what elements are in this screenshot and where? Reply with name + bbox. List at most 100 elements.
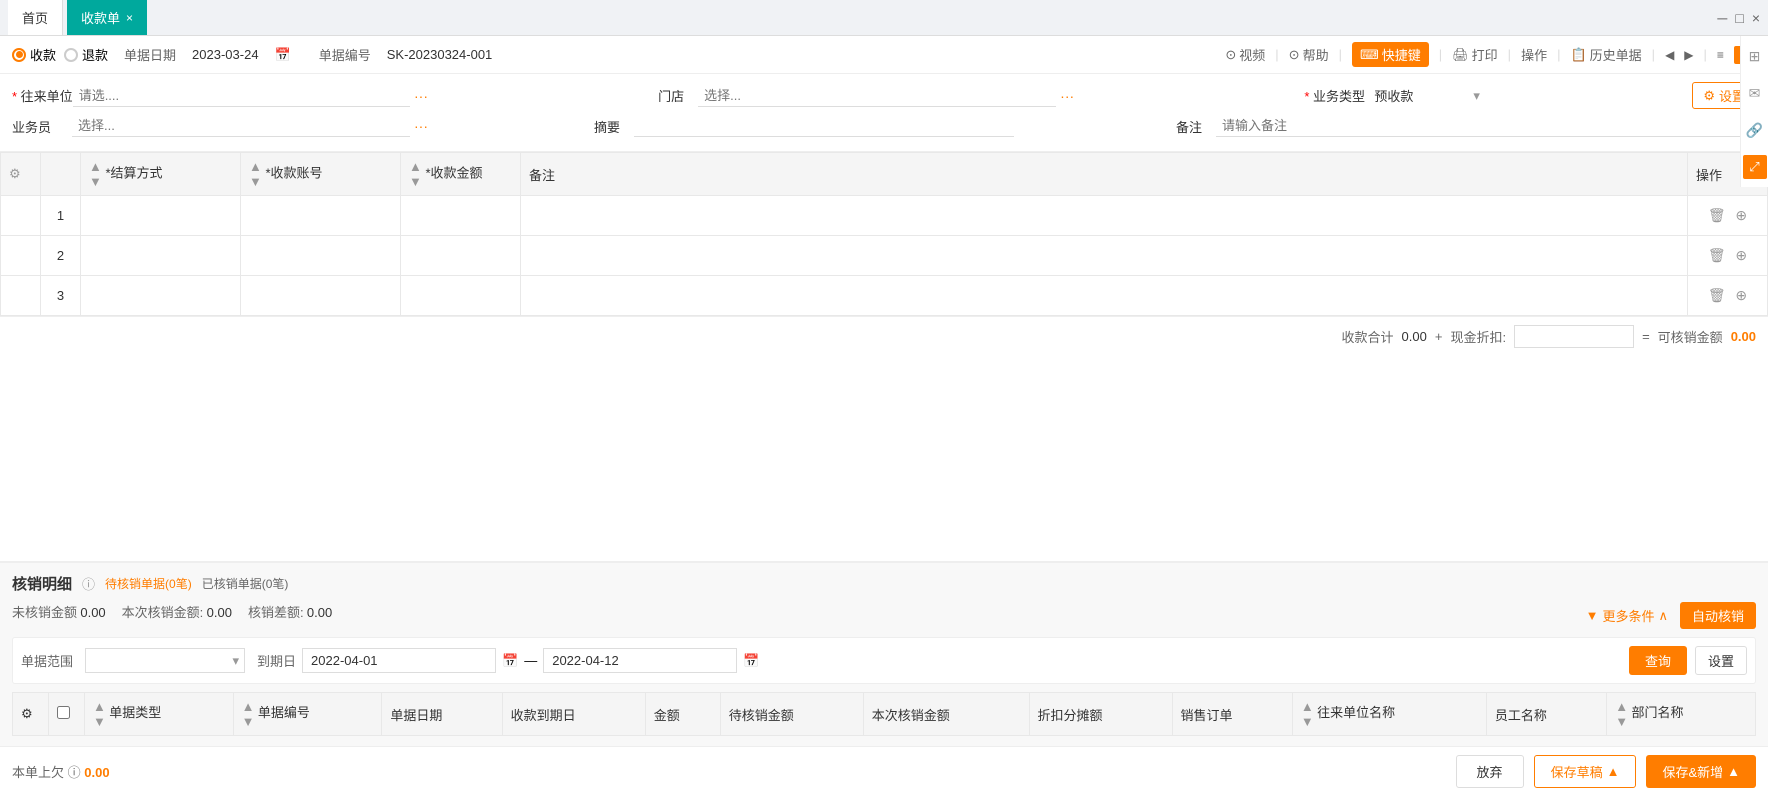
help-btn[interactable]: ⊙ 帮助 [1289, 45, 1329, 64]
verify-info-icon[interactable]: ⓘ [82, 574, 95, 593]
list-view-btn[interactable]: ≡ [1717, 48, 1724, 62]
table-gear-icon2[interactable]: ⚙ [21, 706, 33, 721]
biz-type-label: 业务类型 [1304, 86, 1374, 105]
th-gear: ⚙ [1, 153, 41, 196]
note-input[interactable] [1216, 115, 1756, 137]
close-btn[interactable]: × [1752, 10, 1760, 26]
th-remark: 备注 [521, 153, 1688, 196]
staff-more-btn[interactable]: ··· [410, 118, 432, 134]
sort-account[interactable]: ▲▼ [249, 165, 266, 180]
save-dropdown-arrow[interactable]: ▲ [1727, 764, 1740, 779]
video-icon: ⊙ [1225, 47, 1236, 63]
shortcut-btn[interactable]: ⌨ 快捷键 [1352, 42, 1429, 67]
query-btn[interactable]: 查询 [1629, 646, 1687, 675]
nav-prev[interactable]: ◀ [1665, 48, 1674, 62]
radio-refund[interactable]: 退款 [64, 45, 108, 64]
party-field: 往来单位 ··· [12, 85, 432, 107]
date-end-input[interactable] [543, 648, 737, 673]
ops-btn[interactable]: 操作 [1521, 45, 1547, 64]
row2-delete-icon[interactable]: 🗑 [1708, 247, 1726, 263]
minimize-btn[interactable]: ─ [1717, 10, 1727, 26]
th-account: ▲▼ *收款账号 [241, 153, 401, 196]
sidebar-table-icon[interactable]: ⊞ [1745, 44, 1765, 69]
th-party-name: ▲▼ 往来单位名称 [1292, 693, 1486, 736]
print-icon: 🖨 [1452, 47, 1469, 63]
tab-close-btn[interactable]: × [126, 11, 133, 25]
abstract-label: 摘要 [594, 117, 634, 136]
row1-copy-icon[interactable]: ⊕ [1735, 207, 1747, 223]
history-icon: 📋 [1570, 47, 1586, 63]
done-tab[interactable]: 已核销单据(0笔) [202, 575, 289, 592]
tab-receipt[interactable]: 收款单 × [67, 0, 147, 35]
biz-type-field: 业务类型 预收款 ▾ [1304, 86, 1684, 105]
date-start-input[interactable] [302, 648, 496, 673]
party-more-btn[interactable]: ··· [410, 88, 432, 104]
print-btn[interactable]: 🖨 打印 [1452, 45, 1498, 64]
diff-stat: 核销差额: 0.00 [248, 602, 332, 621]
discount-input[interactable] [1514, 325, 1634, 348]
doc-number-value: SK-20230324-001 [387, 47, 493, 62]
doc-range-label: 单据范围 [21, 651, 73, 670]
form-row-1: 往来单位 ··· 门店 ··· 业务类型 预收款 ▾ ⚙ 设置 [12, 82, 1756, 109]
right-sidebar: ⊞ ✉ 🔗 ⤢ [1740, 36, 1768, 187]
row3-delete-icon[interactable]: 🗑 [1708, 287, 1726, 303]
abandon-btn[interactable]: 放弃 [1456, 755, 1524, 788]
bottom-bar: 本单上欠 ⓘ 0.00 放弃 保存草稿 ▲ 保存&新增 ▲ [0, 746, 1768, 796]
sidebar-mail-icon[interactable]: ✉ [1745, 81, 1765, 106]
history-btn[interactable]: 📋 历史单据 [1570, 45, 1641, 64]
discount-label: 现金折扣: [1450, 327, 1506, 346]
save-new-btn[interactable]: 保存&新增 ▲ [1646, 755, 1756, 788]
due-date-label: 到期日 [257, 651, 296, 670]
verify-stats: 未核销金额 0.00 本次核销金额: 0.00 核销差额: 0.00 [12, 602, 332, 621]
store-field: 门店 ··· [658, 85, 1078, 107]
party-input[interactable] [73, 85, 410, 107]
table-row: 2 🗑 ⊕ [1, 236, 1768, 276]
draft-btn[interactable]: 保存草稿 ▲ [1534, 755, 1637, 788]
cal-start-icon[interactable]: 📅 [502, 653, 518, 669]
party-label: 往来单位 [12, 86, 73, 105]
nav-next[interactable]: ▶ [1684, 48, 1693, 62]
due-date-filter: 到期日 📅 — 📅 [257, 648, 759, 673]
th-current-amount: 本次核销金额 [863, 693, 1029, 736]
more-conditions-btn[interactable]: ▼ 更多条件 ∧ [1586, 606, 1668, 625]
store-input[interactable] [698, 85, 1056, 107]
th-amount: ▲▼ *收款金额 [401, 153, 521, 196]
cal-end-icon[interactable]: 📅 [743, 653, 759, 669]
table-row: 3 🗑 ⊕ [1, 276, 1768, 316]
table-gear-icon[interactable]: ⚙ [9, 166, 21, 181]
th-pending-amount: 待核销金额 [720, 693, 863, 736]
equals-sign: = [1642, 329, 1650, 344]
store-more-btn[interactable]: ··· [1056, 88, 1078, 104]
receipt-table: ⚙ ▲▼ *结算方式 ▲▼ *收款账号 [0, 152, 1768, 316]
pending-tab[interactable]: 待核销单据(0笔) [105, 575, 192, 592]
info-icon[interactable]: ⓘ [68, 765, 81, 780]
radio-receive[interactable]: 收款 [12, 45, 56, 64]
staff-input[interactable] [72, 115, 410, 137]
verify-stats-row: 未核销金额 0.00 本次核销金额: 0.00 核销差额: 0.00 ▼ 更多条… [12, 602, 1756, 629]
calendar-icon[interactable]: 📅 [275, 47, 291, 63]
tab-home-label: 首页 [22, 8, 48, 27]
row3-copy-icon[interactable]: ⊕ [1735, 287, 1747, 303]
staff-label: 业务员 [12, 117, 72, 136]
doc-range-select[interactable] [85, 648, 245, 673]
row2-copy-icon[interactable]: ⊕ [1735, 247, 1747, 263]
store-label: 门店 [658, 86, 698, 105]
row1-delete-icon[interactable]: 🗑 [1708, 207, 1726, 223]
select-all-checkbox[interactable] [57, 706, 70, 719]
draft-dropdown-arrow[interactable]: ▲ [1607, 764, 1620, 779]
staff-field: 业务员 ··· [12, 115, 432, 137]
summary-row: 收款合计 0.00 + 现金折扣: = 可核销金额 0.00 [0, 316, 1768, 356]
sort-settlement[interactable]: ▲▼ [89, 165, 106, 180]
maximize-btn[interactable]: □ [1735, 10, 1743, 26]
filter-settings-btn[interactable]: 设置 [1695, 646, 1747, 675]
form-row-2: 业务员 ··· 摘要 备注 [12, 115, 1756, 137]
sidebar-link-icon[interactable]: 🔗 [1742, 118, 1767, 143]
video-btn[interactable]: ⊙ 视频 [1225, 45, 1265, 64]
sort-amount[interactable]: ▲▼ [409, 165, 426, 180]
abstract-input[interactable] [634, 115, 1014, 137]
tab-home[interactable]: 首页 [8, 0, 63, 35]
auto-verify-btn[interactable]: 自动核销 [1680, 602, 1756, 629]
biz-type-dropdown-icon[interactable]: ▾ [1473, 88, 1480, 104]
sidebar-expand-icon[interactable]: ⤢ [1743, 155, 1767, 179]
main-content: 收款 退款 单据日期 2023-03-24 📅 单据编号 SK-20230324… [0, 36, 1768, 796]
